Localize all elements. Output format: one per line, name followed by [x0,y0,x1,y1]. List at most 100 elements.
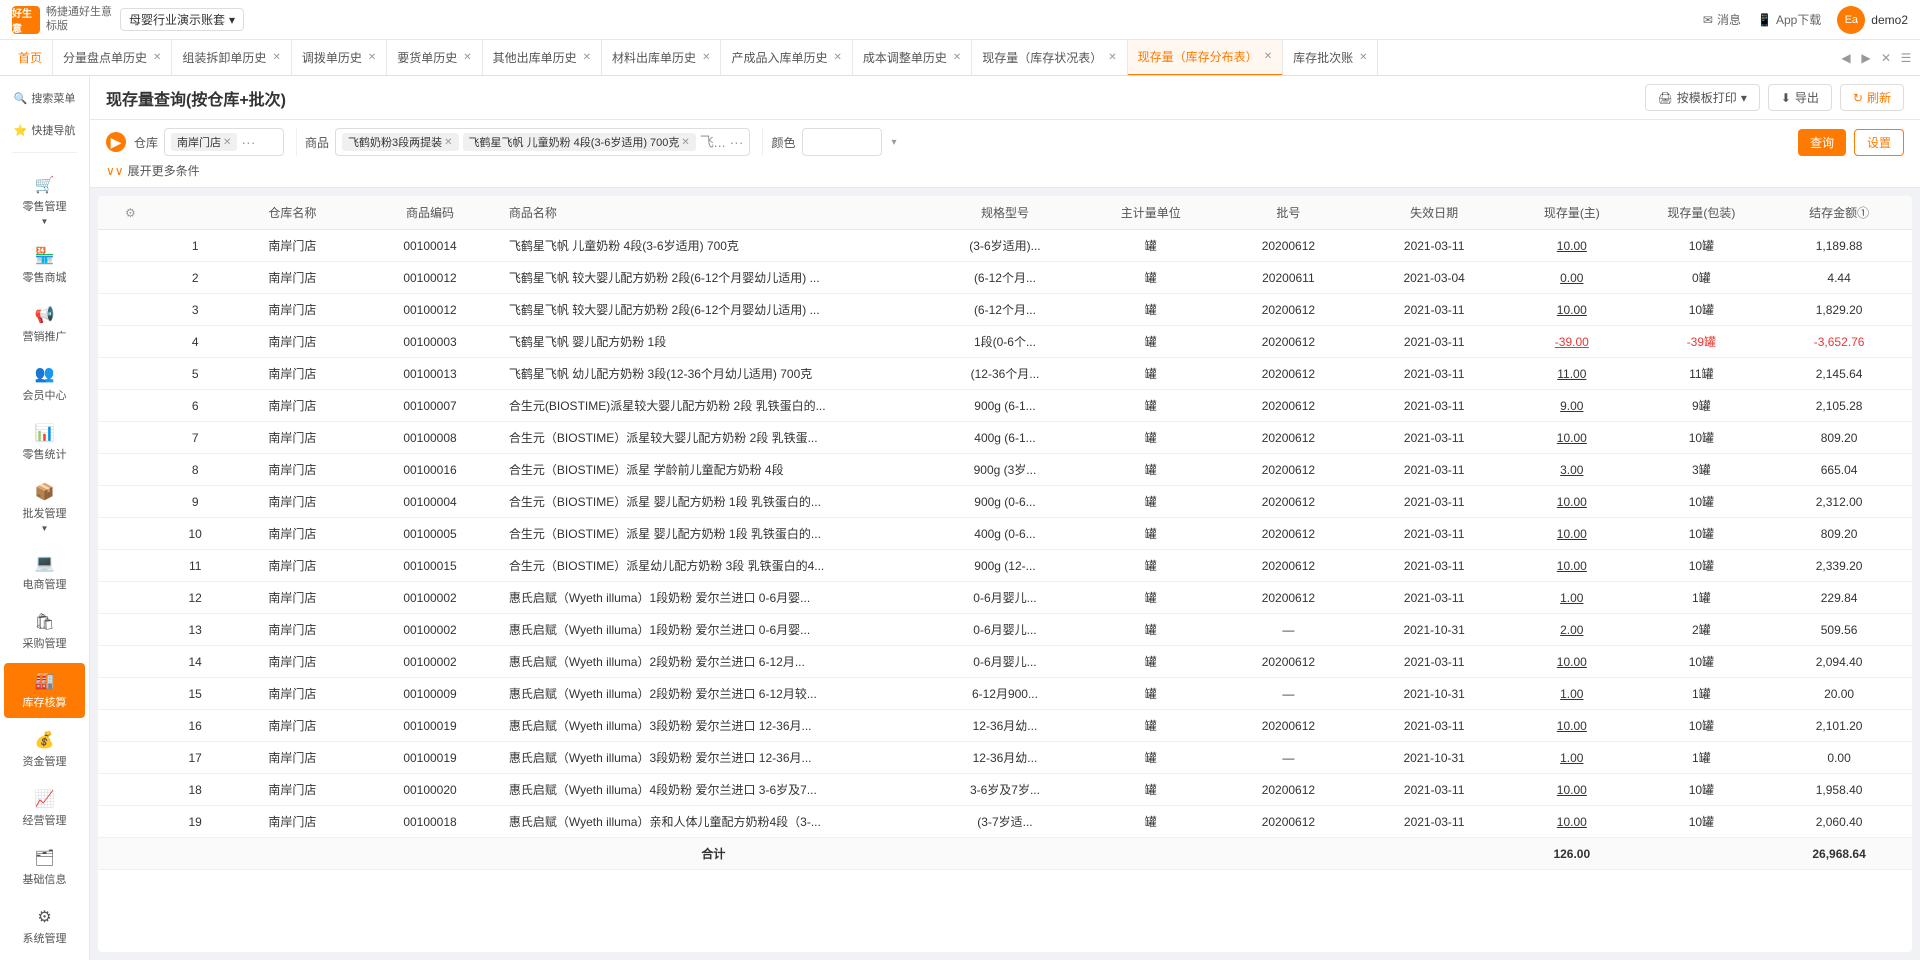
row-stock-main-cell[interactable]: 1.00 [1507,678,1637,710]
row-batch-cell: 20200612 [1216,518,1362,550]
tab-adjust-history[interactable]: 调拨单历史 ✕ [292,40,387,76]
sidebar-search[interactable]: 🔍 搜索菜单 [4,84,85,112]
row-stock-main-cell[interactable]: 10.00 [1507,294,1637,326]
sidebar-item-business[interactable]: 📈 经营管理 [4,781,85,836]
tab-prev-btn[interactable]: ◀ [1836,48,1856,68]
row-stock-main-cell[interactable]: 10.00 [1507,646,1637,678]
row-stock-main-cell[interactable]: -39.00 [1507,326,1637,358]
row-stock-main-cell[interactable]: 10.00 [1507,486,1637,518]
tab-close-requisition[interactable]: ✕ [463,52,471,63]
row-settings-cell [98,774,163,806]
tab-close-all-btn[interactable]: ✕ [1876,48,1896,68]
row-unit-cell: 罐 [1086,646,1216,678]
expand-filter-button[interactable]: ▶ [106,132,126,152]
row-stock-main-cell[interactable]: 10.00 [1507,774,1637,806]
tab-stock-batch[interactable]: 库存批次账 ✕ [1283,40,1378,76]
warehouse-tag-close-icon[interactable]: ✕ [223,137,231,148]
tab-close-cost-adjust[interactable]: ✕ [953,52,961,63]
row-stock-main-cell[interactable]: 3.00 [1507,454,1637,486]
row-stock-main-cell[interactable]: 10.00 [1507,518,1637,550]
tab-split-history[interactable]: 分量盘点单历史 ✕ [53,40,172,76]
tab-close-material-out[interactable]: ✕ [702,52,710,63]
tab-close-stock-dist[interactable]: ✕ [1264,51,1272,62]
row-stock-main-cell[interactable]: 10.00 [1507,710,1637,742]
goods-tag-close-2-icon[interactable]: ✕ [681,137,689,148]
tab-close-adjust[interactable]: ✕ [368,52,376,63]
row-stock-main-cell[interactable]: 10.00 [1507,550,1637,582]
warehouse-filter-more-icon[interactable]: ··· [241,134,255,150]
export-button[interactable]: ⬇ 导出 [1768,84,1832,111]
sidebar-item-purchase[interactable]: 🛍 采购管理 [4,604,85,659]
tab-cost-adjust-history[interactable]: 成本调整单历史 ✕ [853,40,972,76]
settings-col-header[interactable]: ⚙ [98,196,163,230]
row-seq-cell: 7 [163,422,228,454]
goods-tag-container[interactable]: 飞鹤奶粉3段两提装 ✕ 飞鹤星飞帆 儿童奶粉 4段(3-6岁适用) 700克 ✕… [335,128,750,156]
message-action[interactable]: ✉ 消息 [1703,11,1741,28]
sidebar-item-basic[interactable]: 🗂 基础信息 [4,840,85,895]
row-stock-pkg-cell: 9罐 [1637,390,1767,422]
warehouse-label: 仓库 [134,134,158,151]
row-seq-cell: 19 [163,806,228,838]
warehouse-filter-group: 仓库 南岸门店 ✕ ··· [134,128,297,156]
row-stock-main-cell[interactable]: 10.00 [1507,806,1637,838]
tab-close-product-in[interactable]: ✕ [833,52,841,63]
expand-more-conditions[interactable]: ∨∨ 展开更多条件 [106,156,1904,179]
tab-stock-status[interactable]: 现存量（库存状况表） ✕ [972,40,1127,76]
tab-material-out-history[interactable]: 材料出库单历史 ✕ [602,40,721,76]
industry-select[interactable]: 母婴行业演示账套 ▾ [120,8,244,31]
template-print-button[interactable]: 🖨 按模板打印 ▾ [1645,84,1760,111]
sidebar-item-retail-stats[interactable]: 📊 零售统计 [4,415,85,470]
sidebar-item-member[interactable]: 👥 会员中心 [4,356,85,411]
sidebar-item-ecommerce[interactable]: 💻 电商管理 [4,545,85,600]
sidebar-item-retail[interactable]: 🛒 零售管理 ▼ [4,167,85,234]
row-spec-cell: 900g (12-... [924,550,1086,582]
row-warehouse-cell: 南岸门店 [228,518,358,550]
row-warehouse-cell: 南岸门店 [228,582,358,614]
row-stock-main-cell[interactable]: 1.00 [1507,582,1637,614]
row-stock-main-cell[interactable]: 9.00 [1507,390,1637,422]
row-stock-main-cell[interactable]: 10.00 [1507,422,1637,454]
tab-product-in-history[interactable]: 产成品入库单历史 ✕ [721,40,852,76]
sidebar-nav[interactable]: ⭐ 快捷导航 [4,116,85,144]
goods-tag-close-1-icon[interactable]: ✕ [444,137,452,148]
row-stock-main-cell[interactable]: 0.00 [1507,262,1637,294]
user-area[interactable]: Ea demo2 [1837,6,1908,34]
sidebar-item-retail-store[interactable]: 🏪 零售商城 [4,238,85,293]
tab-stock-dist[interactable]: 现存量（库存分布表） ✕ [1128,40,1283,76]
color-filter-container[interactable] [802,128,882,156]
search-button[interactable]: 查询 [1798,129,1846,156]
tab-next-btn[interactable]: ▶ [1856,48,1876,68]
row-stock-main-cell[interactable]: 1.00 [1507,742,1637,774]
refresh-button[interactable]: ↻ 刷新 [1840,84,1904,111]
sidebar-item-finance[interactable]: 💰 资金管理 [4,722,85,777]
sidebar-item-inventory[interactable]: 🏭 库存核算 [4,663,85,718]
row-seq-cell: 10 [163,518,228,550]
tab-close-stock-status[interactable]: ✕ [1108,52,1116,63]
color-chevron-down-icon[interactable]: ▾ [892,137,897,148]
tab-close-other-out[interactable]: ✕ [583,52,591,63]
warehouse-tag-container[interactable]: 南岸门店 ✕ ··· [164,128,284,156]
row-seq-cell: 16 [163,710,228,742]
goods-filter-more-icon[interactable]: ··· [729,134,743,150]
sidebar-item-marketing[interactable]: 📢 营销推广 [4,297,85,352]
row-batch-cell: 20200612 [1216,358,1362,390]
row-stock-main-cell[interactable]: 10.00 [1507,230,1637,262]
app-download-action[interactable]: 📱 App下载 [1757,11,1821,28]
sidebar-item-wholesale[interactable]: 📦 批发管理 ▼ [4,474,85,541]
tab-home[interactable]: 首页 [8,40,53,76]
tab-other-out-history[interactable]: 其他出库单历史 ✕ [483,40,602,76]
sidebar-item-system[interactable]: ⚙ 系统管理 [4,899,85,954]
row-stock-pkg-cell: 10罐 [1637,230,1767,262]
settings-button[interactable]: 设置 [1854,129,1904,156]
goods-filter-ellipsis[interactable]: 飞... [700,132,726,152]
row-batch-cell: 20200612 [1216,806,1362,838]
tab-disassemble-history[interactable]: 组装拆卸单历史 ✕ [172,40,291,76]
tab-close-disassemble[interactable]: ✕ [272,52,280,63]
row-stock-main-cell[interactable]: 2.00 [1507,614,1637,646]
tab-close-split[interactable]: ✕ [153,52,161,63]
tab-menu-btn[interactable]: ☰ [1896,48,1916,68]
row-name-cell: 合生元（BIOSTIME）派星较大婴儿配方奶粉 2段 乳铁蛋... [503,422,924,454]
row-stock-main-cell[interactable]: 11.00 [1507,358,1637,390]
tab-close-stock-batch[interactable]: ✕ [1359,52,1367,63]
tab-requisition-history[interactable]: 要货单历史 ✕ [387,40,482,76]
